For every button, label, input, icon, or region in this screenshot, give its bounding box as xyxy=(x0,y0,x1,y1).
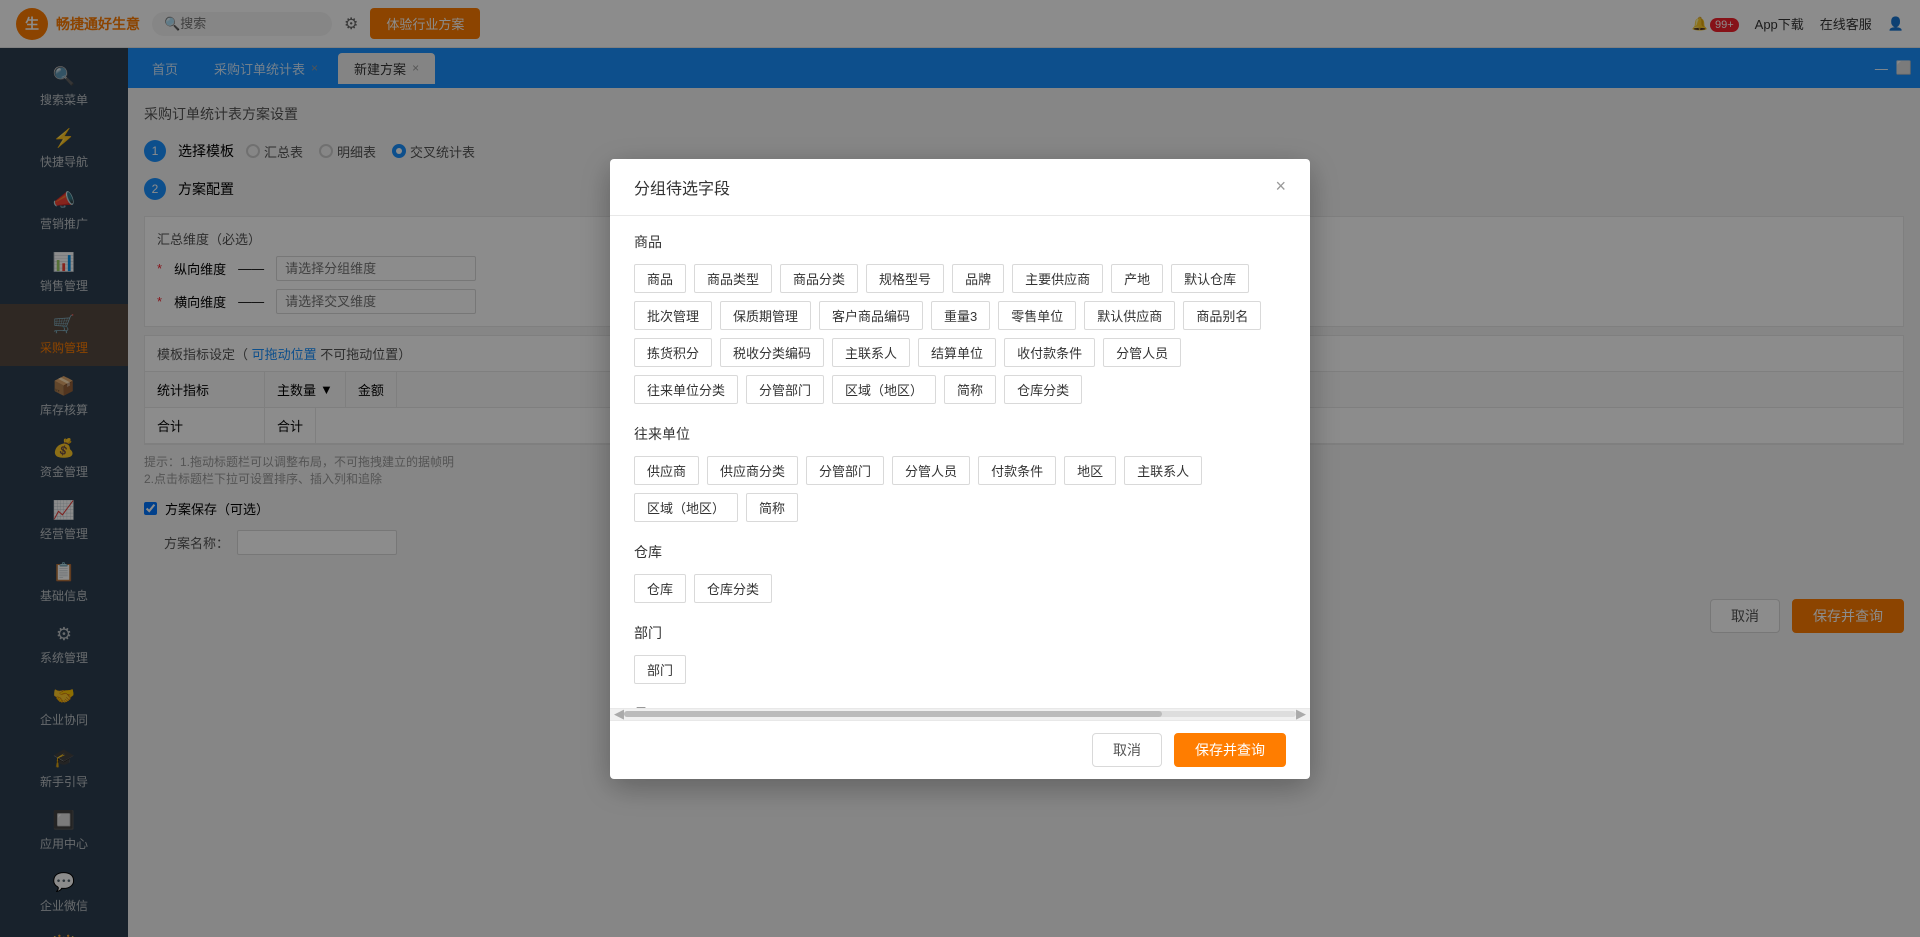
partner-field-tags: 供应商 供应商分类 分管部门 分管人员 付款条件 地区 主联系人 区域（地区） … xyxy=(634,456,1286,522)
field-tag[interactable]: 简称 xyxy=(944,375,996,404)
field-tag[interactable]: 简称 xyxy=(746,493,798,522)
hscroll-thumb[interactable] xyxy=(624,711,1162,717)
field-tag[interactable]: 客户商品编码 xyxy=(819,301,923,330)
field-tag[interactable]: 往来单位分类 xyxy=(634,375,738,404)
field-tag[interactable]: 零售单位 xyxy=(998,301,1076,330)
field-tag[interactable]: 仓库 xyxy=(634,574,686,603)
field-tag[interactable]: 默认仓库 xyxy=(1171,264,1249,293)
section-product-title: 商品 xyxy=(634,232,1286,252)
field-tag[interactable]: 主联系人 xyxy=(832,338,910,367)
field-tag[interactable]: 供应商 xyxy=(634,456,699,485)
modal-header: 分组待选字段 × xyxy=(610,159,1310,216)
modal-body: 商品 商品 商品类型 商品分类 规格型号 品牌 主要供应商 产地 默认仓库 批次… xyxy=(610,216,1310,708)
field-tag[interactable]: 重量3 xyxy=(931,301,990,330)
field-tag[interactable]: 默认供应商 xyxy=(1084,301,1175,330)
section-department-title: 部门 xyxy=(634,623,1286,643)
section-warehouse: 仓库 仓库 仓库分类 xyxy=(634,542,1286,603)
modal-footer: 取消 保存并查询 xyxy=(610,720,1310,779)
warehouse-field-tags: 仓库 仓库分类 xyxy=(634,574,1286,603)
field-tag[interactable]: 部门 xyxy=(634,655,686,684)
section-department: 部门 部门 xyxy=(634,623,1286,684)
section-warehouse-title: 仓库 xyxy=(634,542,1286,562)
field-tag[interactable]: 仓库分类 xyxy=(1004,375,1082,404)
field-tag[interactable]: 商品分类 xyxy=(780,264,858,293)
field-tag[interactable]: 结算单位 xyxy=(918,338,996,367)
field-tag[interactable]: 商品别名 xyxy=(1183,301,1261,330)
field-tag[interactable]: 主联系人 xyxy=(1124,456,1202,485)
department-field-tags: 部门 xyxy=(634,655,1286,684)
field-tag[interactable]: 税收分类编码 xyxy=(720,338,824,367)
field-tag[interactable]: 区域（地区） xyxy=(832,375,936,404)
field-tag[interactable]: 分管人员 xyxy=(1103,338,1181,367)
field-tag[interactable]: 地区 xyxy=(1064,456,1116,485)
modal-confirm-btn[interactable]: 保存并查询 xyxy=(1174,733,1286,767)
field-tag[interactable]: 分管部门 xyxy=(806,456,884,485)
field-tag[interactable]: 拣货积分 xyxy=(634,338,712,367)
modal-title: 分组待选字段 xyxy=(634,175,730,199)
field-tag[interactable]: 分管人员 xyxy=(892,456,970,485)
field-tag[interactable]: 规格型号 xyxy=(866,264,944,293)
field-tag[interactable]: 供应商分类 xyxy=(707,456,798,485)
field-tag[interactable]: 产地 xyxy=(1111,264,1163,293)
field-tag[interactable]: 品牌 xyxy=(952,264,1004,293)
field-tag[interactable]: 付款条件 xyxy=(978,456,1056,485)
hscroll-track xyxy=(624,711,1296,717)
field-tag[interactable]: 分管部门 xyxy=(746,375,824,404)
modal-dialog: 分组待选字段 × 商品 商品 商品类型 商品分类 规格型号 品牌 主要供应商 产… xyxy=(610,159,1310,779)
field-tag[interactable]: 批次管理 xyxy=(634,301,712,330)
field-tag[interactable]: 商品类型 xyxy=(694,264,772,293)
section-product: 商品 商品 商品类型 商品分类 规格型号 品牌 主要供应商 产地 默认仓库 批次… xyxy=(634,232,1286,404)
section-partner-title: 往来单位 xyxy=(634,424,1286,444)
field-tag[interactable]: 收付款条件 xyxy=(1004,338,1095,367)
section-partner: 往来单位 供应商 供应商分类 分管部门 分管人员 付款条件 地区 主联系人 区域… xyxy=(634,424,1286,522)
modal-cancel-btn[interactable]: 取消 xyxy=(1092,733,1162,767)
field-tag[interactable]: 主要供应商 xyxy=(1012,264,1103,293)
field-tag[interactable]: 商品 xyxy=(634,264,686,293)
field-tag[interactable]: 仓库分类 xyxy=(694,574,772,603)
field-tag[interactable]: 保质期管理 xyxy=(720,301,811,330)
field-tag[interactable]: 区域（地区） xyxy=(634,493,738,522)
modal-hscroll[interactable]: ◀ ▶ xyxy=(610,708,1310,720)
modal-close-btn[interactable]: × xyxy=(1275,176,1286,197)
modal-overlay[interactable]: 分组待选字段 × 商品 商品 商品类型 商品分类 规格型号 品牌 主要供应商 产… xyxy=(0,0,1920,937)
product-field-tags: 商品 商品类型 商品分类 规格型号 品牌 主要供应商 产地 默认仓库 批次管理 … xyxy=(634,264,1286,404)
